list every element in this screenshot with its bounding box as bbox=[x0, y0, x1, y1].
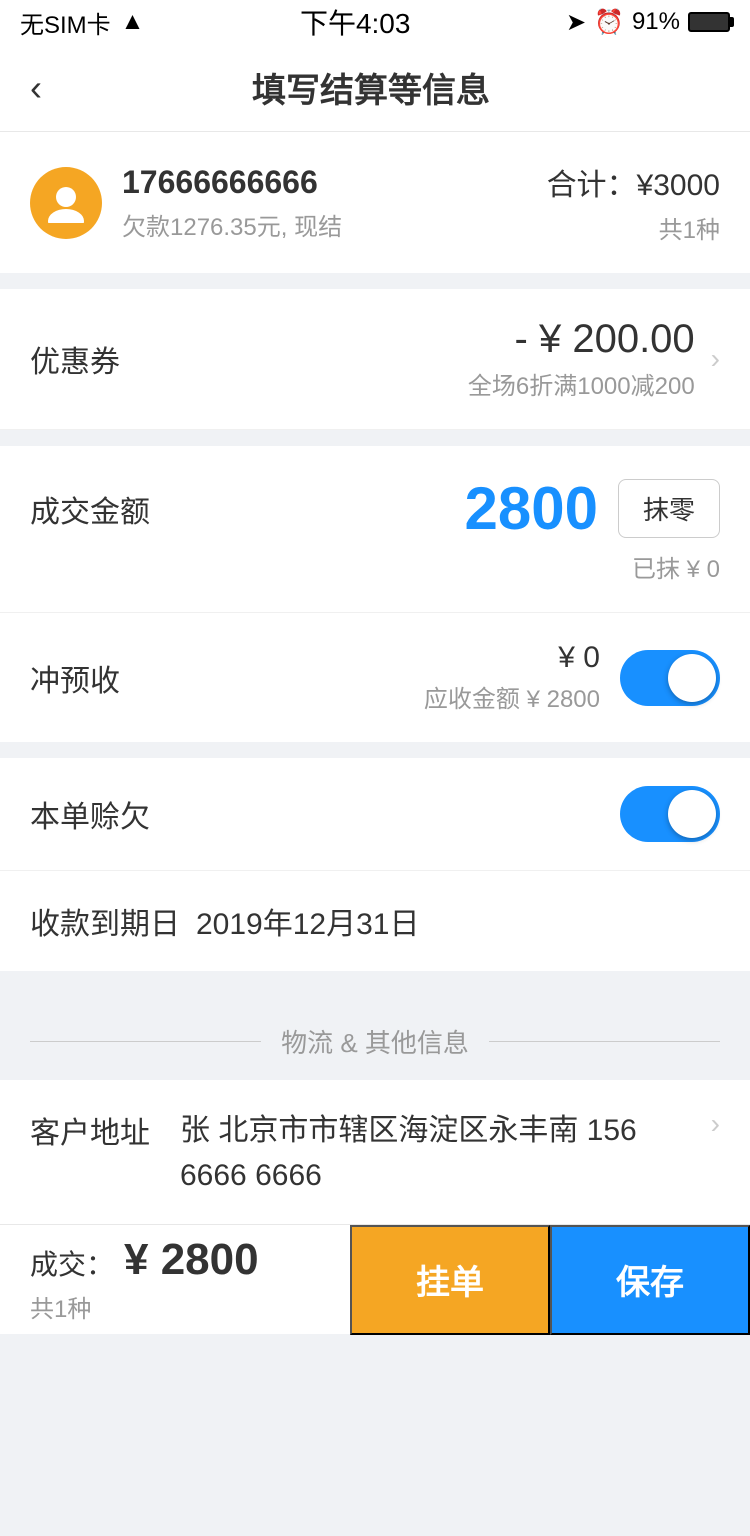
total-amount: 合计：¥3000 bbox=[547, 160, 720, 204]
address-chevron-icon: › bbox=[711, 1108, 720, 1140]
duedate-row: 收款到期日 2019年12月31日 bbox=[30, 899, 720, 943]
precollect-toggle[interactable] bbox=[620, 650, 720, 706]
wifi-icon: ▲ bbox=[121, 8, 145, 36]
summary-amount: ¥ 2800 bbox=[124, 1235, 259, 1285]
status-left: 无SIM卡 ▲ bbox=[20, 5, 144, 40]
precollect-right: ¥ 0 应收金额 ¥ 2800 bbox=[424, 641, 720, 714]
battery-label: 91% bbox=[632, 8, 680, 36]
duedate-value: 2019年12月31日 bbox=[196, 899, 419, 943]
address-label: 客户地址 bbox=[30, 1108, 150, 1152]
bottom-spacer bbox=[0, 1426, 750, 1536]
divider-line-left bbox=[30, 1041, 261, 1042]
credit-section: 本单赊欠 bbox=[0, 758, 750, 870]
hold-button[interactable]: 挂单 bbox=[350, 1225, 550, 1335]
customer-phone: 17666666666 bbox=[122, 164, 342, 201]
summary-label: 成交： bbox=[30, 1243, 114, 1283]
logistics-label: 物流 & 其他信息 bbox=[281, 1023, 469, 1060]
credit-toggle-knob bbox=[668, 790, 716, 838]
section-divider-2 bbox=[0, 742, 750, 758]
alarm-icon: ⏰ bbox=[594, 8, 624, 37]
coupon-amount-group: - ¥ 200.00 全场6折满1000减200 bbox=[468, 317, 695, 401]
customer-left: 17666666666 欠款1276.35元, 现结 bbox=[30, 164, 342, 242]
duedate-section: 收款到期日 2019年12月31日 bbox=[0, 870, 750, 971]
address-section[interactable]: 客户地址 张 北京市市辖区海淀区永丰南 156 6666 6666 › bbox=[0, 1080, 750, 1226]
precollect-label: 冲预收 bbox=[30, 656, 120, 700]
transaction-label: 成交金额 bbox=[30, 487, 150, 531]
back-button[interactable]: ‹ bbox=[30, 67, 42, 109]
customer-sub-info: 欠款1276.35元, 现结 bbox=[122, 207, 342, 242]
nav-bar: ‹ 填写结算等信息 bbox=[0, 44, 750, 132]
battery-icon bbox=[688, 12, 730, 32]
toggle-knob bbox=[668, 654, 716, 702]
logistics-divider: 物流 & 其他信息 bbox=[0, 1003, 750, 1080]
duedate-label: 收款到期日 bbox=[30, 899, 180, 943]
transaction-right: 2800 抹零 bbox=[465, 474, 721, 543]
credit-label: 本单赊欠 bbox=[30, 792, 150, 836]
coupon-label: 优惠券 bbox=[30, 337, 120, 381]
customer-info: 17666666666 欠款1276.35元, 现结 bbox=[122, 164, 342, 242]
coupon-row[interactable]: 优惠券 - ¥ 200.00 全场6折满1000减200 › bbox=[0, 289, 750, 430]
bottom-summary: 成交： ¥ 2800 共1种 bbox=[0, 1235, 350, 1324]
page-title: 填写结算等信息 bbox=[62, 63, 680, 112]
bottom-bar: 成交： ¥ 2800 共1种 挂单 保存 bbox=[0, 1224, 750, 1334]
precollect-row: 冲预收 ¥ 0 应收金额 ¥ 2800 bbox=[30, 641, 720, 714]
avatar bbox=[30, 167, 102, 239]
customer-card: 17666666666 欠款1276.35元, 现结 合计：¥3000 共1种 bbox=[0, 132, 750, 273]
precollect-amount: ¥ 0 bbox=[424, 641, 600, 675]
summary-top: 成交： ¥ 2800 bbox=[30, 1235, 320, 1285]
location-icon: ➤ bbox=[566, 8, 586, 37]
precollect-section: 冲预收 ¥ 0 应收金额 ¥ 2800 bbox=[0, 613, 750, 742]
section-divider-1 bbox=[0, 430, 750, 446]
chevron-right-icon: › bbox=[711, 343, 720, 375]
coupon-amount: - ¥ 200.00 bbox=[468, 317, 695, 362]
coupon-sub: 全场6折满1000减200 bbox=[468, 366, 695, 401]
transaction-sub: 已抹 ¥ 0 bbox=[30, 549, 720, 584]
status-bar: 无SIM卡 ▲ 下午4:03 ➤ ⏰ 91% bbox=[0, 0, 750, 44]
status-right: ➤ ⏰ 91% bbox=[566, 8, 730, 37]
customer-right: 合计：¥3000 共1种 bbox=[547, 160, 720, 245]
transaction-section: 成交金额 2800 抹零 已抹 ¥ 0 bbox=[0, 446, 750, 613]
precollect-amount-group: ¥ 0 应收金额 ¥ 2800 bbox=[424, 641, 600, 714]
transaction-row: 成交金额 2800 抹零 bbox=[30, 474, 720, 543]
status-time: 下午4:03 bbox=[300, 2, 411, 42]
credit-toggle[interactable] bbox=[620, 786, 720, 842]
precollect-sub: 应收金额 ¥ 2800 bbox=[424, 679, 600, 714]
section-divider-3 bbox=[0, 971, 750, 987]
save-button[interactable]: 保存 bbox=[550, 1225, 750, 1335]
divider-line-right bbox=[489, 1041, 720, 1042]
round-button[interactable]: 抹零 bbox=[618, 479, 720, 538]
summary-count: 共1种 bbox=[30, 1289, 320, 1324]
address-value: 张 北京市市辖区海淀区永丰南 156 6666 6666 bbox=[180, 1108, 711, 1198]
transaction-amount: 2800 bbox=[465, 474, 598, 543]
total-count: 共1种 bbox=[547, 210, 720, 245]
carrier-label: 无SIM卡 bbox=[20, 5, 111, 40]
coupon-right: - ¥ 200.00 全场6折满1000减200 › bbox=[468, 317, 720, 401]
